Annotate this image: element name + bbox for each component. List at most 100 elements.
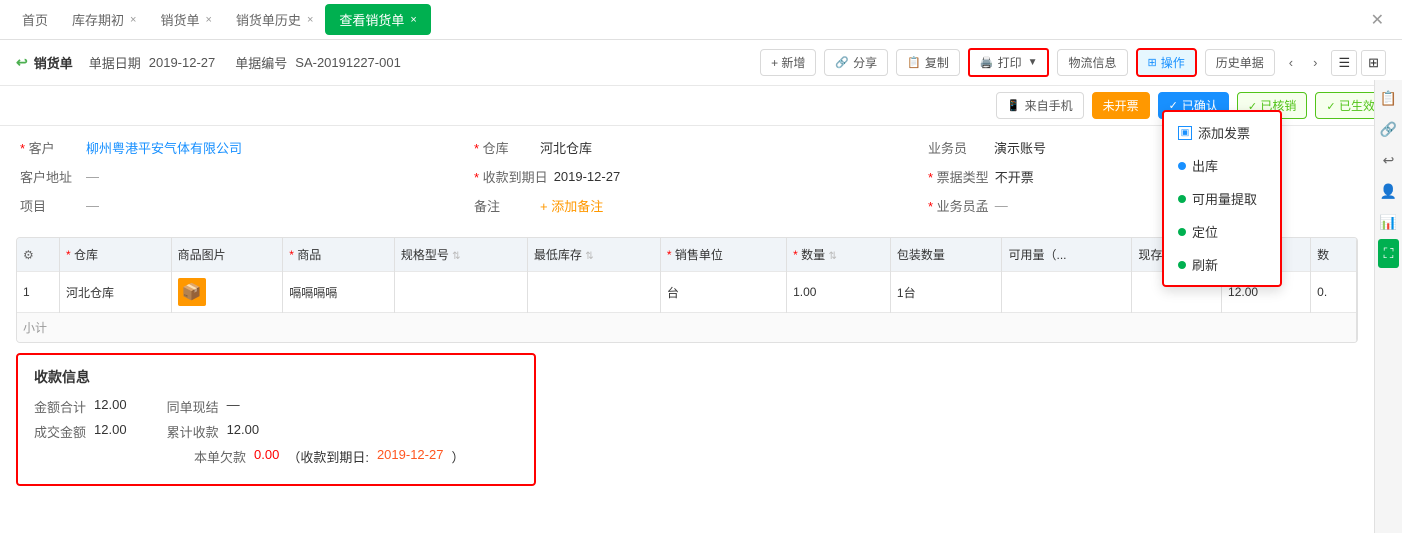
owe-note: （收款到期日: <box>287 447 369 466</box>
due-date-field: 收款到期日 2019-12-27 <box>474 167 928 186</box>
amount-value: 12.00 <box>94 397 127 416</box>
main-content: ↩ 销货单 单据日期 2019-12-27 单据编号 SA-20191227-0… <box>0 40 1402 533</box>
sub-header: ↩ 销货单 单据日期 2019-12-27 单据编号 SA-20191227-0… <box>0 40 1402 86</box>
right-icon-4[interactable]: 👤 <box>1374 177 1402 206</box>
row-no: 1 <box>17 272 60 313</box>
address-label: 客户地址 <box>20 167 80 186</box>
total-recv-item: 累计收款 12.00 <box>167 422 260 441</box>
not-open-button[interactable]: 未开票 <box>1092 92 1150 119</box>
address-field: 客户地址 — <box>20 167 474 186</box>
tab-home[interactable]: 首页 <box>10 2 60 37</box>
row-pkg-qty: 1台 <box>890 272 1002 313</box>
available-icon <box>1178 195 1186 203</box>
row-qty: 1.00 <box>787 272 891 313</box>
refresh-label: 刷新 <box>1192 255 1218 274</box>
row-product: 嗝嗝嗝嗝 <box>283 272 395 313</box>
ticket-label: 票据类型 <box>928 167 989 186</box>
tab-view-sales-close[interactable]: × <box>410 14 416 26</box>
staff2-label: 业务员孟 <box>928 196 989 215</box>
toolbar-right: + 新增 🔗 分享 📋 复制 🖨️ 打印 ▼ <box>760 48 1386 77</box>
same-order-label: 同单现结 <box>167 397 219 416</box>
row-available <box>1002 272 1132 313</box>
owe-end: ） <box>451 447 464 466</box>
staff2-field: 业务员孟 — <box>928 196 1382 215</box>
row-min-stock <box>527 272 660 313</box>
print-button-wrapper: 🖨️ 打印 ▼ <box>968 48 1050 77</box>
copy-button[interactable]: 📋 复制 <box>896 49 960 76</box>
refresh-icon <box>1178 261 1186 269</box>
right-icon-3[interactable]: ↩ <box>1377 146 1401 175</box>
subtotal-row: 小计 <box>17 313 1357 343</box>
available-item[interactable]: 可用量提取 <box>1164 182 1280 215</box>
col-spec: 规格型号 ⇅ <box>394 238 527 272</box>
view-toggle: ☰ ⊞ <box>1331 50 1386 76</box>
tab-history-close[interactable]: × <box>307 14 313 26</box>
view-grid[interactable]: ⊞ <box>1361 50 1386 76</box>
tab-inventory[interactable]: 库存期初 × <box>60 2 148 37</box>
from-phone-button[interactable]: 📱 来自手机 <box>996 92 1084 119</box>
col-product: * 商品 <box>283 238 395 272</box>
due-date-value: 2019-12-27 <box>554 169 621 184</box>
tab-home-label: 首页 <box>22 10 48 29</box>
tab-inventory-label: 库存期初 <box>72 10 124 29</box>
add-invoice-icon: ▣ <box>1178 126 1192 140</box>
payment-title: 收款信息 <box>34 367 518 387</box>
print-button[interactable]: 🖨️ 打印 ▼ <box>970 50 1048 75</box>
product-table: ⚙ * 仓库 商品图片 * 商品 规格型号 ⇅ 最低库存 ⇅ * 销售单位 * … <box>17 238 1357 342</box>
location-item[interactable]: 定位 <box>1164 215 1280 248</box>
right-icon-6[interactable]: ⛶ <box>1378 239 1400 268</box>
tab-sales-close[interactable]: × <box>205 14 211 26</box>
staff-field: 业务员 演示账号 <box>928 138 1382 157</box>
customer-value[interactable]: 柳州粤港平安气体有限公司 <box>86 138 242 157</box>
right-icon-5[interactable]: 📊 <box>1374 208 1402 237</box>
add-invoice-item[interactable]: ▣ 添加发票 <box>1164 116 1280 149</box>
tab-history[interactable]: 销货单历史 × <box>224 2 325 37</box>
tab-inventory-close[interactable]: × <box>130 14 136 26</box>
address-value: — <box>86 169 99 184</box>
owe-item: 本单欠款 0.00 （收款到期日: 2019-12-27 ） <box>194 447 464 466</box>
owe-label: 本单欠款 <box>194 447 246 466</box>
tab-sales[interactable]: 销货单 × <box>148 2 223 37</box>
owe-date: 2019-12-27 <box>377 447 444 466</box>
deal-item: 成交金额 12.00 <box>34 422 127 441</box>
col-available: 可用量（... <box>1002 238 1132 272</box>
right-icon-1[interactable]: 📋 <box>1374 84 1402 113</box>
nav-prev[interactable]: ‹ <box>1283 51 1299 74</box>
new-button[interactable]: + 新增 <box>760 49 816 76</box>
customer-field: 客户 柳州粤港平安气体有限公司 <box>20 138 474 157</box>
doc-icon: ↩ <box>16 54 28 71</box>
col-extra: 数 <box>1311 238 1357 272</box>
nav-next[interactable]: › <box>1307 51 1323 74</box>
right-icon-2[interactable]: 🔗 <box>1374 115 1402 144</box>
outbound-item[interactable]: 出库 <box>1164 149 1280 182</box>
print-dropdown-arrow[interactable]: ▼ <box>1028 57 1038 68</box>
payment-info-box: 收款信息 金额合计 12.00 同单现结 — 成交金额 12.00 累计收款 <box>16 353 536 486</box>
deal-label: 成交金额 <box>34 422 86 441</box>
add-note-button[interactable]: + 添加备注 <box>540 196 603 215</box>
tab-view-sales-label: 查看销货单 <box>339 10 404 29</box>
staff2-value: — <box>995 198 1008 213</box>
share-button[interactable]: 🔗 分享 <box>824 49 888 76</box>
doc-no-label: 单据编号 SA-20191227-001 <box>235 53 401 72</box>
tab-sales-label: 销货单 <box>160 10 199 29</box>
logistics-button[interactable]: 物流信息 <box>1057 49 1127 76</box>
warehouse-label: 仓库 <box>474 138 534 157</box>
tab-view-sales[interactable]: 查看销货单 × <box>325 4 430 35</box>
doc-title: ↩ 销货单 <box>16 53 73 72</box>
same-order-item: 同单现结 — <box>167 397 240 416</box>
col-qty: * 数量 ⇅ <box>787 238 891 272</box>
due-date-label: 收款到期日 <box>474 167 548 186</box>
doc-date-label: 单据日期 2019-12-27 <box>89 53 216 72</box>
payment-row-3: 本单欠款 0.00 （收款到期日: 2019-12-27 ） <box>34 447 518 466</box>
col-gear[interactable]: ⚙ <box>17 238 60 272</box>
refresh-item[interactable]: 刷新 <box>1164 248 1280 281</box>
customer-label: 客户 <box>20 138 80 157</box>
history-button[interactable]: 历史单据 <box>1205 49 1275 76</box>
window-close-button[interactable]: ✕ <box>1363 6 1392 34</box>
view-list[interactable]: ☰ <box>1331 50 1357 76</box>
row-image: 📦 <box>171 272 283 313</box>
operation-button[interactable]: ⊞ 操作 <box>1136 48 1197 77</box>
available-label: 可用量提取 <box>1192 189 1257 208</box>
note-field: 备注 + 添加备注 <box>474 196 928 215</box>
total-recv-label: 累计收款 <box>167 422 219 441</box>
